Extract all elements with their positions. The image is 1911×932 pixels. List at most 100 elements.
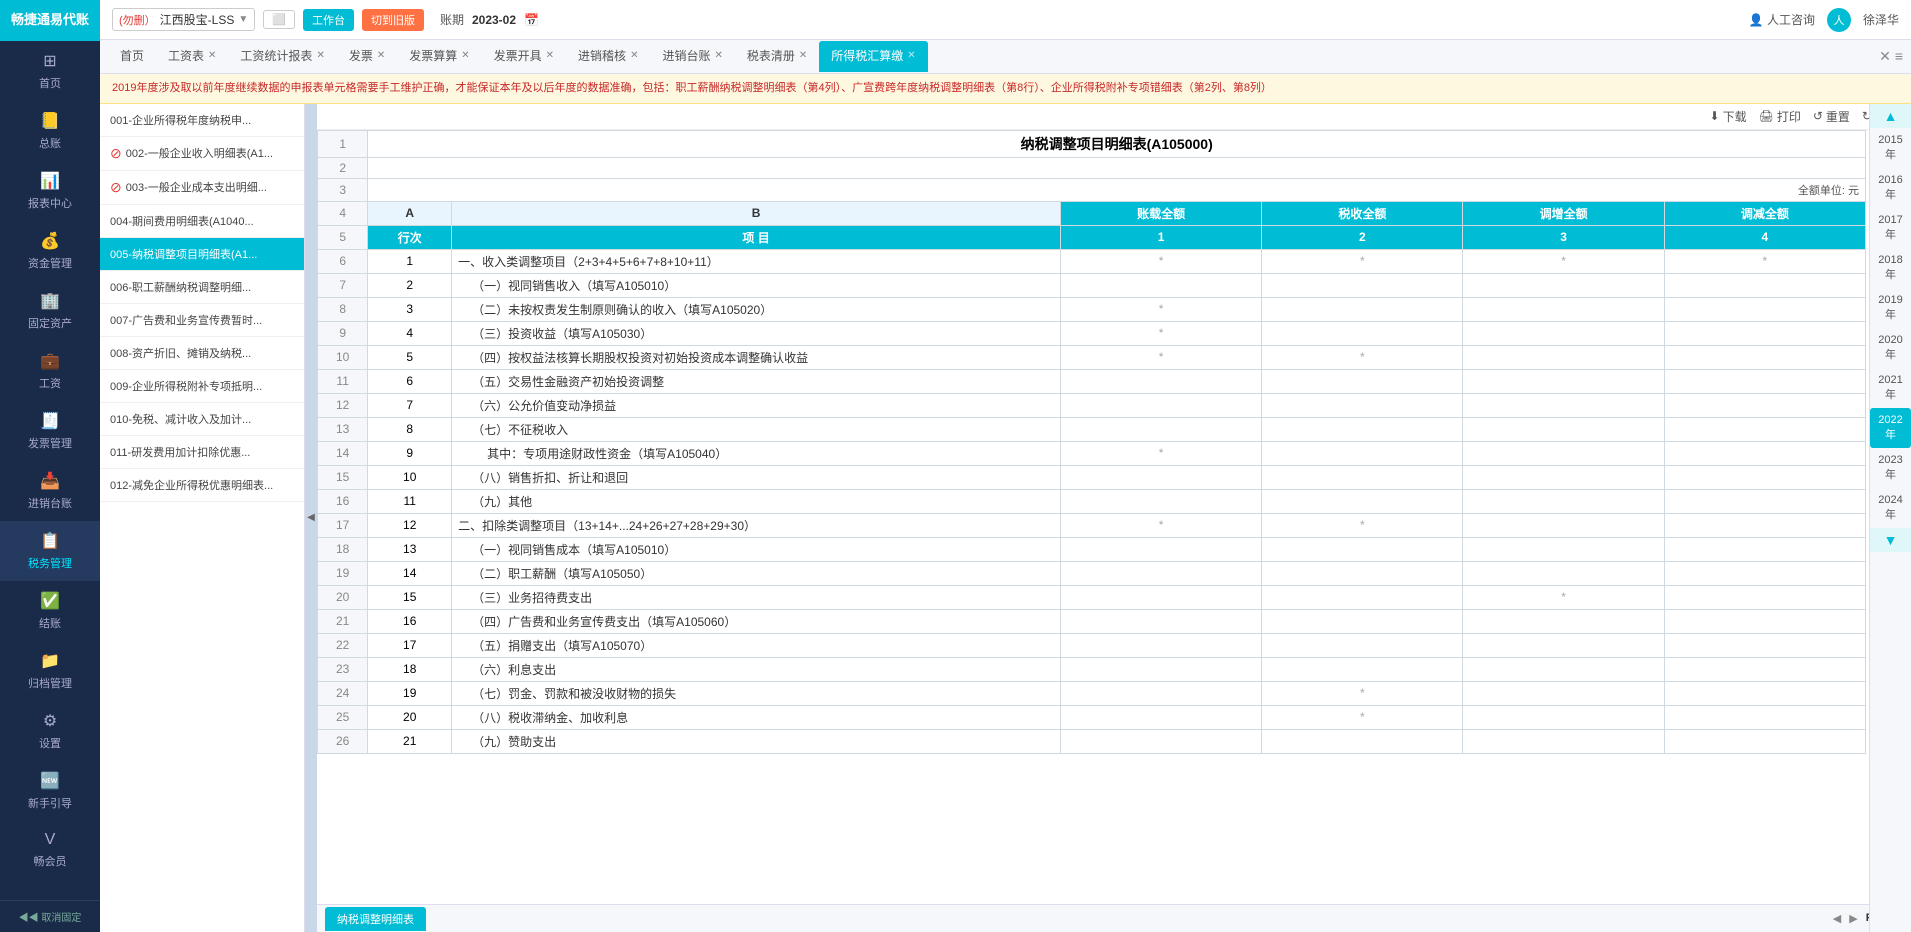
table-row[interactable]: 20 15 （三）业务招待费支出 *: [318, 585, 1866, 609]
sidebar-item-tax[interactable]: 📋 税务管理: [0, 521, 100, 581]
scroll-left-icon[interactable]: ◀: [1833, 912, 1841, 925]
table-row[interactable]: 21 16 （四）广告费和业务宣传费支出（填写A105060）: [318, 609, 1866, 633]
panel-collapse-handle[interactable]: ◀: [305, 104, 317, 932]
left-panel-item-005[interactable]: 005-纳税调整项目明细表(A1...: [100, 238, 304, 271]
table-row[interactable]: 9 4 （三）投资收益（填写A105030） *: [318, 321, 1866, 345]
table-row[interactable]: 12 7 （六）公允价值变动净损益: [318, 393, 1866, 417]
left-panel-item-006[interactable]: 006-职工薪酬纳税调整明细...: [100, 271, 304, 304]
left-panel-item-001[interactable]: 001-企业所得税年度纳税申...: [100, 104, 304, 137]
year-scroll-down[interactable]: ▼: [1870, 528, 1911, 552]
table-row[interactable]: 24 19 （七）罚金、罚款和被没收财物的损失 *: [318, 681, 1866, 705]
table-row[interactable]: 25 20 （八）税收滞纳金、加收利息 *: [318, 705, 1866, 729]
tab-income-tax[interactable]: 所得税汇算缴 ✕: [819, 41, 927, 72]
spreadsheet-wrapper[interactable]: 1 纳税调整项目明细表(A105000) 2 3 全额单位: 元: [317, 130, 1911, 905]
print-button[interactable]: 🖨 打印: [1759, 108, 1801, 125]
sidebar-item-settle[interactable]: ✅ 结账: [0, 581, 100, 641]
num3-header: 3: [1463, 225, 1664, 249]
close-icon[interactable]: ✕: [546, 50, 554, 61]
tab-home[interactable]: 首页: [108, 41, 156, 72]
year-2024[interactable]: 2024年: [1870, 488, 1911, 528]
sidebar-item-finance[interactable]: 💰 资金管理: [0, 221, 100, 281]
tab-inbound-check[interactable]: 进销稽核 ✕: [566, 41, 650, 72]
sidebar-item-ledger[interactable]: 📒 总账: [0, 101, 100, 161]
tab-salary-report[interactable]: 工资统计报表 ✕: [228, 41, 336, 72]
left-panel-item-009[interactable]: 009-企业所得税附补专项抵明...: [100, 370, 304, 403]
left-panel-item-008[interactable]: 008-资产折旧、摊销及纳税...: [100, 337, 304, 370]
close-icon[interactable]: ✕: [208, 50, 216, 61]
left-panel-item-011[interactable]: 011-研发费用加计扣除优惠...: [100, 436, 304, 469]
year-2023[interactable]: 2023年: [1870, 448, 1911, 488]
year-2016[interactable]: 2016年: [1870, 168, 1911, 208]
table-row[interactable]: 23 18 （六）利息支出: [318, 657, 1866, 681]
table-row[interactable]: 22 17 （五）捐赠支出（填写A105070）: [318, 633, 1866, 657]
tab-invoice[interactable]: 发票 ✕: [337, 41, 397, 72]
table-row[interactable]: 26 21 （九）赞助支出: [318, 729, 1866, 753]
period-value: 2023-02: [472, 13, 516, 27]
workbench-button[interactable]: 工作台: [303, 9, 354, 31]
sidebar-item-inbound[interactable]: 📥 进销台账: [0, 461, 100, 521]
table-row[interactable]: 6 1 一、收入类调整项目（2+3+4+5+6+7+8+10+11） * * *…: [318, 249, 1866, 273]
left-panel-item-007[interactable]: 007-广告费和业务宣传费暂时...: [100, 304, 304, 337]
left-panel-item-003[interactable]: ⊘ 003-一般企业成本支出明细...: [100, 171, 304, 205]
scroll-right-icon[interactable]: ▶: [1849, 912, 1857, 925]
tab-tax-list[interactable]: 税表清册 ✕: [735, 41, 819, 72]
sidebar-item-newguide[interactable]: 🆕 新手引导: [0, 761, 100, 821]
left-panel-item-004[interactable]: 004-期间费用明细表(A1040...: [100, 205, 304, 238]
table-row[interactable]: 14 9 其中：专项用途财政性资金（填写A105040） *: [318, 441, 1866, 465]
tab-close-all-icon[interactable]: ✕: [1879, 48, 1891, 65]
table-row[interactable]: 7 2 （一）视同销售收入（填写A105010）: [318, 273, 1866, 297]
table-row[interactable]: 17 12 二、扣除类调整项目（13+14+...24+26+27+28+29+…: [318, 513, 1866, 537]
sidebar-item-vip[interactable]: V 畅会员: [0, 821, 100, 879]
table-row[interactable]: 13 8 （七）不征税收入: [318, 417, 1866, 441]
close-icon[interactable]: ✕: [907, 50, 915, 61]
table-row[interactable]: 15 10 （八）销售折扣、折让和退回: [318, 465, 1866, 489]
year-2019[interactable]: 2019年: [1870, 288, 1911, 328]
table-row[interactable]: 19 14 （二）职工薪酬（填写A105050）: [318, 561, 1866, 585]
close-icon[interactable]: ✕: [714, 50, 722, 61]
left-panel-item-012[interactable]: 012-减免企业所得税优惠明细表...: [100, 469, 304, 502]
year-2017[interactable]: 2017年: [1870, 208, 1911, 248]
reset-button[interactable]: ↺ 重置: [1813, 108, 1850, 125]
sidebar-item-home[interactable]: ⊞ 首页: [0, 41, 100, 101]
tab-inbound-ledger[interactable]: 进销台账 ✕: [650, 41, 734, 72]
year-2022[interactable]: 2022年: [1870, 408, 1911, 448]
left-panel-item-010[interactable]: 010-免税、减计收入及加计...: [100, 403, 304, 436]
sidebar-item-report[interactable]: 📊 报表中心: [0, 161, 100, 221]
tab-invoice-open[interactable]: 发票开具 ✕: [482, 41, 566, 72]
company-selector[interactable]: (勿删） 江西股宝-LSS ▼: [112, 8, 255, 31]
year-2018[interactable]: 2018年: [1870, 248, 1911, 288]
tab-menu-icon[interactable]: ≡: [1895, 48, 1903, 65]
close-icon[interactable]: ✕: [630, 50, 638, 61]
year-2020[interactable]: 2020年: [1870, 328, 1911, 368]
bottom-sheet-tab[interactable]: 纳税调整明细表: [325, 907, 426, 931]
year-scroll-up[interactable]: ▲: [1870, 104, 1911, 128]
sidebar-item-salary[interactable]: 💼 工资: [0, 341, 100, 401]
sidebar-item-settings[interactable]: ⚙ 设置: [0, 701, 100, 761]
switch-old-button[interactable]: 切到旧版: [362, 9, 424, 31]
table-row[interactable]: 18 13 （一）视同销售成本（填写A105010）: [318, 537, 1866, 561]
error-dot-icon: ⊘: [110, 179, 122, 196]
close-icon[interactable]: ✕: [461, 50, 469, 61]
year-2015[interactable]: 2015年: [1870, 128, 1911, 168]
topbar: (勿删） 江西股宝-LSS ▼ ⬜ 工作台 切到旧版 账期 2023-02 📅 …: [100, 0, 1911, 40]
sidebar-collapse-btn[interactable]: ◀◀ 取消固定: [0, 900, 100, 932]
user-name: 徐泽华: [1863, 11, 1899, 28]
table-row[interactable]: 16 11 （九）其他: [318, 489, 1866, 513]
sidebar-item-invoice[interactable]: 🧾 发票管理: [0, 401, 100, 461]
year-2021[interactable]: 2021年: [1870, 368, 1911, 408]
copy-button[interactable]: ⬜: [263, 10, 295, 29]
close-icon[interactable]: ✕: [799, 50, 807, 61]
sidebar-item-archive[interactable]: 📁 归档管理: [0, 641, 100, 701]
close-icon[interactable]: ✕: [377, 50, 385, 61]
tab-salary[interactable]: 工资表 ✕: [156, 41, 228, 72]
item-header: 项 目: [452, 225, 1061, 249]
table-row[interactable]: 8 3 （二）未按权责发生制原则确认的收入（填写A105020） *: [318, 297, 1866, 321]
left-panel-item-002[interactable]: ⊘ 002-一般企业收入明细表(A1...: [100, 137, 304, 171]
sidebar-item-fixed[interactable]: 🏢 固定资产: [0, 281, 100, 341]
table-row[interactable]: 11 6 （五）交易性金融资产初始投资调整: [318, 369, 1866, 393]
table-row[interactable]: 10 5 （四）按权益法核算长期股权投资对初始投资成本调整确认收益 * *: [318, 345, 1866, 369]
close-icon[interactable]: ✕: [316, 50, 324, 61]
consult-btn[interactable]: 👤 人工咨询: [1749, 11, 1815, 28]
download-button[interactable]: ⬇ 下载: [1710, 108, 1747, 125]
tab-invoice-calc[interactable]: 发票算算 ✕: [397, 41, 481, 72]
